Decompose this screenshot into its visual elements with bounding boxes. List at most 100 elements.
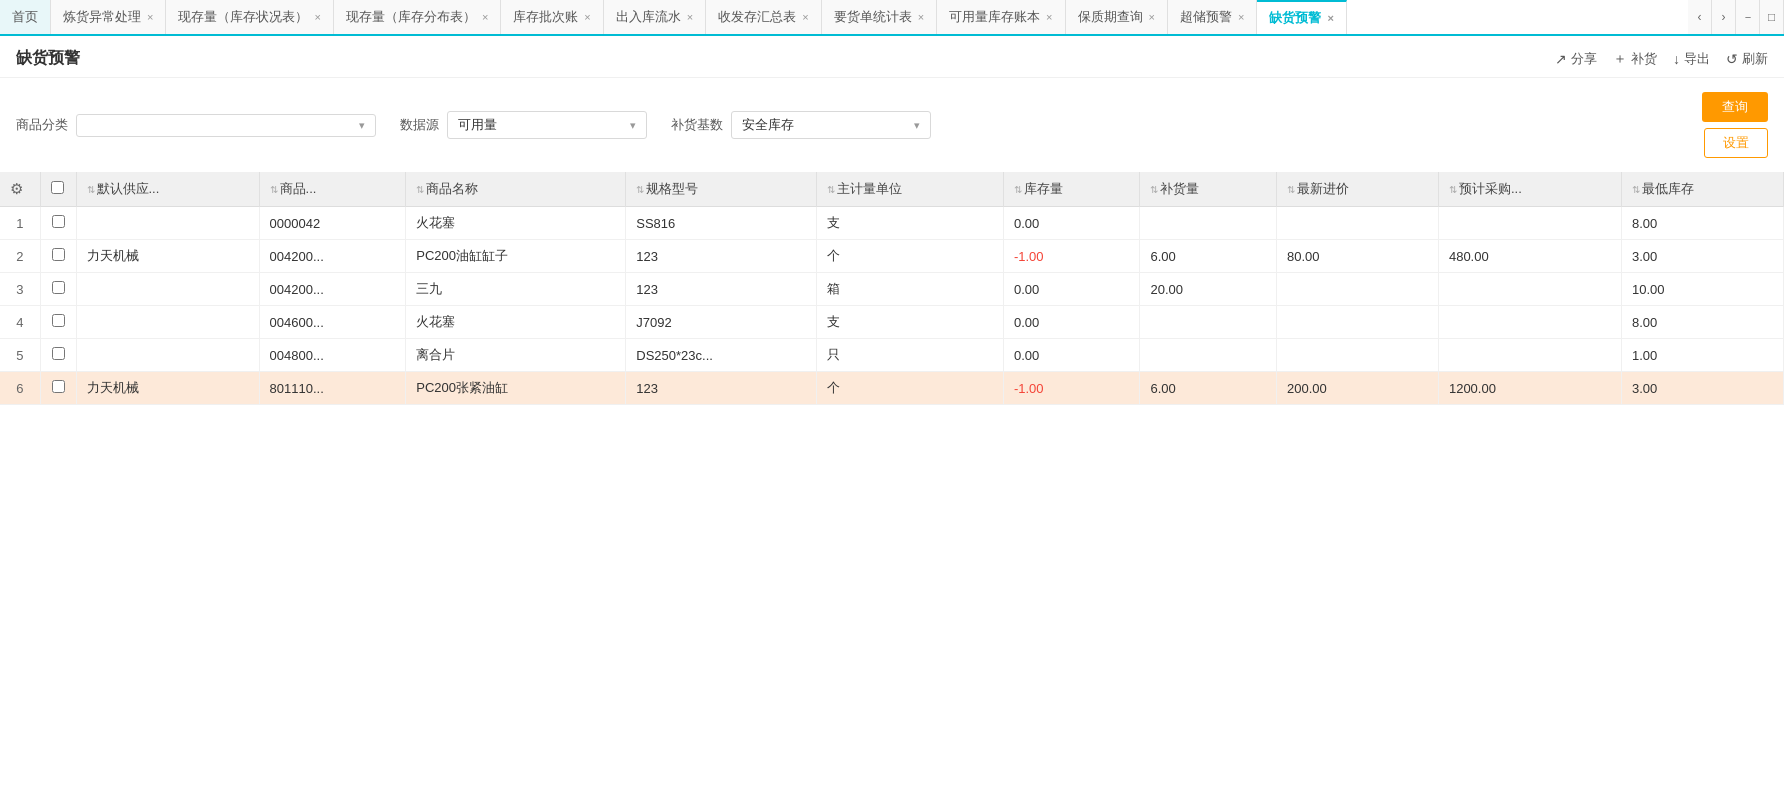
th-settings: ⚙	[0, 172, 40, 207]
th-checkbox	[40, 172, 76, 207]
code-sort-icon: ⇅	[270, 184, 278, 195]
table-header-row: ⚙ ⇅默认供应... ⇅商品... ⇅商品名称 ⇅规格型号	[0, 172, 1784, 207]
replenish-button[interactable]: ＋ 补货	[1613, 50, 1657, 68]
replenish-select[interactable]: 安全库存 ▾	[731, 111, 931, 139]
replenish-arrow-icon: ▾	[914, 119, 920, 132]
tab-maximize-btn[interactable]: □	[1760, 0, 1784, 34]
table-row: 6 力天机械 801110... PC200张紧油缸 123 个 -1.00 6…	[0, 372, 1784, 405]
tab-close-icon[interactable]: ×	[314, 11, 320, 23]
row-checkbox-2[interactable]	[52, 281, 65, 294]
export-button[interactable]: ↓ 导出	[1673, 50, 1710, 68]
row-stock-4: 0.00	[1003, 339, 1140, 372]
tab-close-icon[interactable]: ×	[147, 11, 153, 23]
row-name-0: 火花塞	[406, 207, 626, 240]
datasource-arrow-icon: ▾	[630, 119, 636, 132]
category-filter-group: 商品分类 ▾	[16, 114, 376, 137]
query-button[interactable]: 查询	[1702, 92, 1768, 122]
tab-item-7[interactable]: 要货单统计表×	[822, 0, 937, 34]
row-unit-0: 支	[816, 207, 1003, 240]
th-latest-price: ⇅最新进价	[1277, 172, 1439, 207]
unit-sort-icon: ⇅	[827, 184, 835, 195]
tab-close-icon[interactable]: ×	[1327, 12, 1333, 24]
row-checkbox-cell-3	[40, 306, 76, 339]
tab-item-11[interactable]: 缺货预警×	[1257, 0, 1346, 34]
row-checkbox-0[interactable]	[52, 215, 65, 228]
table-body: 1 0000042 火花塞 SS816 支 0.00 8.00 2 力天机械 0…	[0, 207, 1784, 405]
row-min-stock-4: 1.00	[1621, 339, 1783, 372]
tab-item-10[interactable]: 超储预警×	[1168, 0, 1257, 34]
tab-minimize-btn[interactable]: －	[1736, 0, 1760, 34]
tab-item-5[interactable]: 出入库流水×	[604, 0, 706, 34]
refresh-label: 刷新	[1742, 50, 1768, 68]
tab-close-icon[interactable]: ×	[482, 11, 488, 23]
header-actions: ↗ 分享 ＋ 补货 ↓ 导出 ↺ 刷新	[1555, 50, 1768, 68]
tab-item-4[interactable]: 库存批次账×	[501, 0, 603, 34]
th-supplier: ⇅默认供应...	[76, 172, 259, 207]
refresh-button[interactable]: ↺ 刷新	[1726, 50, 1768, 68]
row-code-5: 801110...	[259, 372, 406, 405]
settings-button[interactable]: 设置	[1704, 128, 1768, 158]
share-button[interactable]: ↗ 分享	[1555, 50, 1597, 68]
row-replenish-1: 6.00	[1140, 240, 1277, 273]
row-min-stock-0: 8.00	[1621, 207, 1783, 240]
row-est-purchase-1: 480.00	[1438, 240, 1621, 273]
tab-item-6[interactable]: 收发存汇总表×	[706, 0, 821, 34]
row-checkbox-1[interactable]	[52, 248, 65, 261]
row-checkbox-4[interactable]	[52, 347, 65, 360]
est-purchase-sort-icon: ⇅	[1449, 184, 1457, 195]
row-replenish-0	[1140, 207, 1277, 240]
tab-close-icon[interactable]: ×	[584, 11, 590, 23]
tab-item-1[interactable]: 炼货异常处理×	[51, 0, 166, 34]
tab-item-2[interactable]: 现存量（库存状况表）×	[166, 0, 333, 34]
category-arrow-icon: ▾	[359, 119, 365, 132]
row-code-3: 004600...	[259, 306, 406, 339]
tab-close-icon[interactable]: ×	[802, 11, 808, 23]
tab-close-icon[interactable]: ×	[1046, 11, 1052, 23]
filter-bar: 商品分类 ▾ 数据源 可用量 ▾ 补货基数 安全库存 ▾ 查询 设置	[0, 78, 1784, 172]
row-est-purchase-2	[1438, 273, 1621, 306]
row-supplier-4	[76, 339, 259, 372]
datasource-filter-group: 数据源 可用量 ▾	[400, 111, 647, 139]
tab-label: 现存量（库存分布表）	[346, 8, 476, 26]
tab-close-icon[interactable]: ×	[1149, 11, 1155, 23]
row-checkbox-3[interactable]	[52, 314, 65, 327]
tab-item-9[interactable]: 保质期查询×	[1066, 0, 1168, 34]
row-name-1: PC200油缸缸子	[406, 240, 626, 273]
row-name-4: 离合片	[406, 339, 626, 372]
datasource-label: 数据源	[400, 116, 439, 134]
select-all-checkbox[interactable]	[51, 181, 64, 194]
row-replenish-4	[1140, 339, 1277, 372]
category-select[interactable]: ▾	[76, 114, 376, 137]
row-spec-4: DS250*23c...	[626, 339, 816, 372]
row-stock-0: 0.00	[1003, 207, 1140, 240]
tab-close-icon[interactable]: ×	[687, 11, 693, 23]
tab-item-8[interactable]: 可用量库存账本×	[937, 0, 1065, 34]
row-name-2: 三九	[406, 273, 626, 306]
tab-close-icon[interactable]: ×	[1238, 11, 1244, 23]
row-unit-5: 个	[816, 372, 1003, 405]
row-code-1: 004200...	[259, 240, 406, 273]
column-settings-icon[interactable]: ⚙	[10, 180, 23, 197]
tab-item-3[interactable]: 现存量（库存分布表） ×	[334, 0, 501, 34]
row-supplier-2	[76, 273, 259, 306]
tab-close-icon[interactable]: ×	[918, 11, 924, 23]
table-row: 1 0000042 火花塞 SS816 支 0.00 8.00	[0, 207, 1784, 240]
row-latest-price-0	[1277, 207, 1439, 240]
row-checkbox-cell-2	[40, 273, 76, 306]
row-name-5: PC200张紧油缸	[406, 372, 626, 405]
row-spec-1: 123	[626, 240, 816, 273]
row-stock-3: 0.00	[1003, 306, 1140, 339]
tab-prev-btn[interactable]: ‹	[1688, 0, 1712, 34]
tab-item-0[interactable]: 首页	[0, 0, 51, 34]
spec-sort-icon: ⇅	[636, 184, 644, 195]
category-label: 商品分类	[16, 116, 68, 134]
table-row: 5 004800... 离合片 DS250*23c... 只 0.00 1.00	[0, 339, 1784, 372]
row-stock-2: 0.00	[1003, 273, 1140, 306]
row-num-4: 5	[0, 339, 40, 372]
row-checkbox-5[interactable]	[52, 380, 65, 393]
tab-bar: 首页炼货异常处理×现存量（库存状况表）×现存量（库存分布表）×库存批次账×出入库…	[0, 0, 1784, 36]
tab-next-btn[interactable]: ›	[1712, 0, 1736, 34]
row-latest-price-4	[1277, 339, 1439, 372]
datasource-select[interactable]: 可用量 ▾	[447, 111, 647, 139]
stock-sort-icon: ⇅	[1014, 184, 1022, 195]
